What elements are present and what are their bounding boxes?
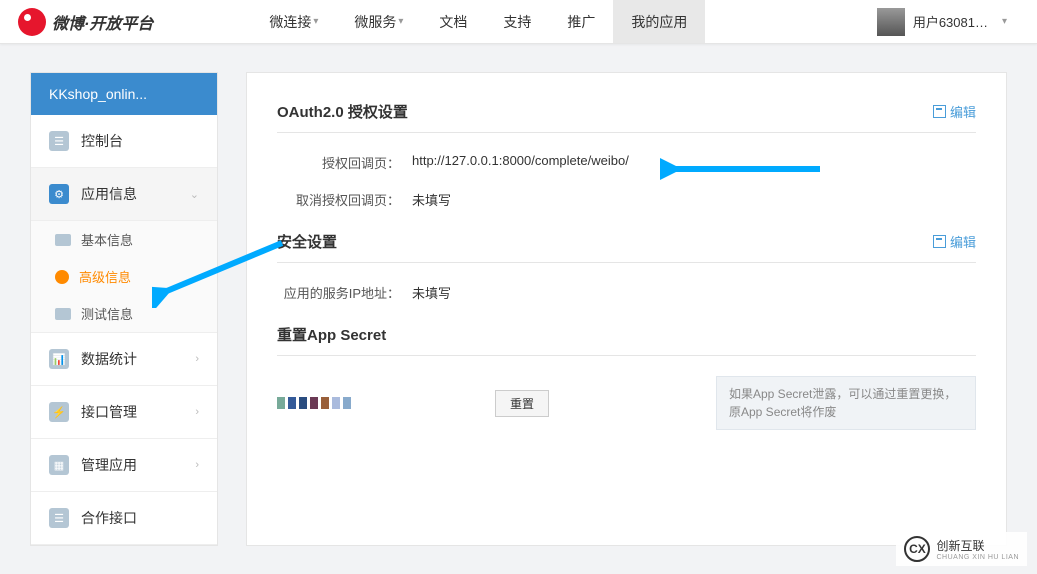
- alert-icon: [55, 270, 69, 284]
- top-nav: 微博·开放平台 微连接▾ 微服务▾ 文档 支持 推广 我的应用 用户63081……: [0, 0, 1037, 44]
- callback-value: http://127.0.0.1:8000/complete/weibo/: [412, 153, 629, 172]
- sidebar-item-stats[interactable]: 📊 数据统计 ›: [31, 333, 217, 386]
- nav-microconnect[interactable]: 微连接▾: [251, 0, 336, 43]
- sidebar-item-manage[interactable]: ▦ 管理应用 ›: [31, 439, 217, 492]
- nav-my-apps[interactable]: 我的应用: [613, 0, 705, 43]
- reset-button[interactable]: 重置: [495, 390, 549, 417]
- cx-logo-icon: CX: [904, 536, 930, 562]
- chevron-down-icon: ▾: [313, 16, 318, 27]
- footer-sub: CHUANG XIN HU LIAN: [936, 554, 1019, 561]
- callback-label: 授权回调页：: [277, 153, 412, 172]
- section-oauth: OAuth2.0 授权设置 编辑 授权回调页： http://127.0.0.1…: [277, 101, 976, 209]
- user-menu[interactable]: 用户63081… ▾: [877, 8, 1037, 36]
- section-reset: 重置App Secret 重置 如果App Secret泄露，可以通过重置更换，…: [277, 324, 976, 430]
- card-icon: [55, 308, 71, 320]
- sidebar-item-console[interactable]: ☰ 控制台: [31, 115, 217, 168]
- weibo-logo-icon: [18, 8, 46, 36]
- edit-oauth-button[interactable]: 编辑: [933, 102, 976, 121]
- edit-icon: [933, 235, 946, 248]
- logo[interactable]: 微博·开放平台: [0, 8, 171, 36]
- sidebar-submenu: 基本信息 高级信息 测试信息: [31, 221, 217, 333]
- footer-brand: 创新互联: [936, 537, 1019, 554]
- sidebar-sub-advanced[interactable]: 高级信息: [31, 258, 217, 295]
- chevron-right-icon: ›: [195, 459, 199, 471]
- chevron-down-icon: ⌄: [190, 188, 199, 201]
- sidebar-sub-test[interactable]: 测试信息: [31, 295, 217, 332]
- section-title-security: 安全设置: [277, 231, 337, 252]
- app-secret-blurred: [277, 395, 477, 411]
- sidebar-item-api[interactable]: ⚡ 接口管理 ›: [31, 386, 217, 439]
- plug-icon: ⚡: [49, 402, 69, 422]
- sidebar-app-name[interactable]: KKshop_onlin...: [31, 73, 217, 115]
- avatar: [877, 8, 905, 36]
- sidebar-item-appinfo[interactable]: ⚙ 应用信息 ⌄: [31, 168, 217, 221]
- folder-icon: ▦: [49, 455, 69, 475]
- card-icon: [55, 234, 71, 246]
- brand-name: 微博·开放平台: [52, 10, 153, 34]
- nav-support[interactable]: 支持: [485, 0, 549, 43]
- watermark-logo: CX 创新互联 CHUANG XIN HU LIAN: [896, 532, 1027, 566]
- section-security: 安全设置 编辑 应用的服务IP地址： 未填写: [277, 231, 976, 302]
- nav-items: 微连接▾ 微服务▾ 文档 支持 推广 我的应用: [251, 0, 705, 43]
- nav-microservice[interactable]: 微服务▾: [336, 0, 421, 43]
- ip-value: 未填写: [412, 283, 451, 302]
- cancel-callback-label: 取消授权回调页：: [277, 190, 412, 209]
- cancel-callback-value: 未填写: [412, 190, 451, 209]
- main-content: OAuth2.0 授权设置 编辑 授权回调页： http://127.0.0.1…: [246, 72, 1007, 546]
- gear-icon: ⚙: [49, 184, 69, 204]
- edit-icon: [933, 105, 946, 118]
- chart-icon: 📊: [49, 349, 69, 369]
- username: 用户63081…: [913, 12, 988, 31]
- chevron-down-icon: ▾: [1002, 16, 1007, 27]
- sidebar: KKshop_onlin... ☰ 控制台 ⚙ 应用信息 ⌄ 基本信息 高级信息…: [30, 72, 218, 546]
- edit-security-button[interactable]: 编辑: [933, 232, 976, 251]
- nav-docs[interactable]: 文档: [421, 0, 485, 43]
- nav-promote[interactable]: 推广: [549, 0, 613, 43]
- chevron-right-icon: ›: [195, 353, 199, 365]
- section-title-oauth: OAuth2.0 授权设置: [277, 101, 408, 122]
- chevron-right-icon: ›: [195, 406, 199, 418]
- chevron-down-icon: ▾: [398, 16, 403, 27]
- section-title-reset: 重置App Secret: [277, 324, 386, 345]
- console-icon: ☰: [49, 131, 69, 151]
- ip-label: 应用的服务IP地址：: [277, 283, 412, 302]
- reset-hint: 如果App Secret泄露，可以通过重置更换，原App Secret将作废: [716, 376, 976, 430]
- sidebar-item-partner[interactable]: ☰ 合作接口: [31, 492, 217, 545]
- sidebar-sub-basic[interactable]: 基本信息: [31, 221, 217, 258]
- link-icon: ☰: [49, 508, 69, 528]
